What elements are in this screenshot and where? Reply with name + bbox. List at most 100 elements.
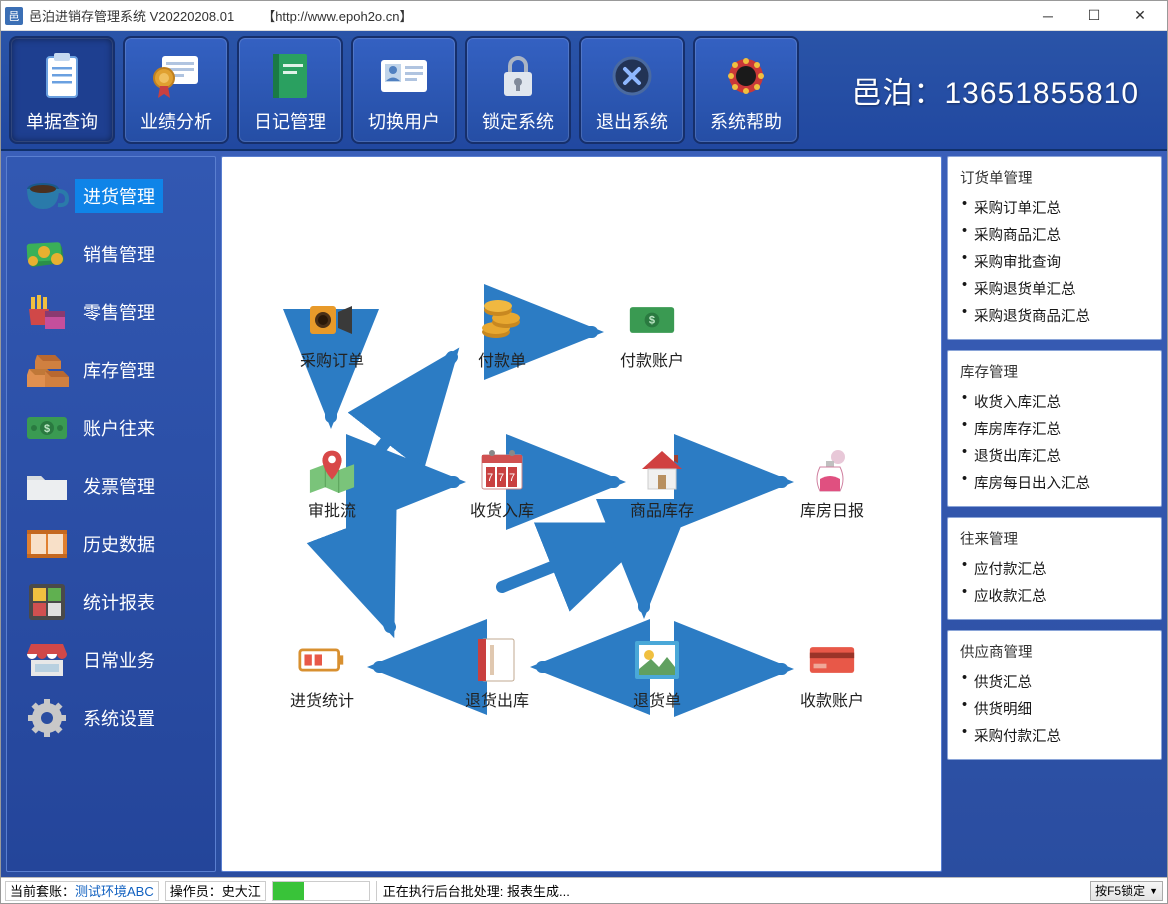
statusbar: 当前套账： 测试环境ABC 操作员： 史大江 正在执行后台批处理: 报表生成..… xyxy=(1,877,1167,903)
lock-icon xyxy=(498,44,538,108)
cup-icon xyxy=(23,176,71,216)
sidebar-label: 发票管理 xyxy=(75,469,163,503)
banknote-icon: $ xyxy=(628,297,676,343)
window-subtitle: 【http://www.epoh2o.cn】 xyxy=(262,6,412,25)
close-button[interactable]: ✕ xyxy=(1117,2,1163,30)
boxes-icon xyxy=(23,350,71,390)
sidebar-item-purchase[interactable]: 进货管理 xyxy=(7,167,215,225)
sidebar-item-report[interactable]: 统计报表 xyxy=(7,573,215,631)
sidebar-label: 进货管理 xyxy=(75,179,163,213)
toolbar-label: 退出系统 xyxy=(596,108,668,134)
panel-title: 往来管理 xyxy=(960,528,1149,549)
toolbar-switch-user[interactable]: 切换用户 xyxy=(351,36,457,144)
cash-icon xyxy=(23,234,71,274)
toolbar-diary[interactable]: 日记管理 xyxy=(237,36,343,144)
node-return-bill[interactable]: 退货单 xyxy=(597,637,717,711)
brand-phone: 邑泊：13651855810 xyxy=(807,68,1159,112)
sidebar-item-daily[interactable]: 日常业务 xyxy=(7,631,215,689)
toolbar-help[interactable]: 系统帮助 xyxy=(693,36,799,144)
link-item[interactable]: 供货汇总 xyxy=(956,668,1153,695)
link-item[interactable]: 采购商品汇总 xyxy=(956,221,1153,248)
panel-order-mgmt: 订货单管理 采购订单汇总 采购商品汇总 采购审批查询 采购退货单汇总 采购退货商… xyxy=(947,156,1162,340)
svg-text:7: 7 xyxy=(509,472,515,484)
film-icon xyxy=(23,524,71,564)
node-inv-stock[interactable]: 商品库存 xyxy=(602,447,722,521)
minimize-button[interactable]: ─ xyxy=(1025,2,1071,30)
link-item[interactable]: 采购审批查询 xyxy=(956,248,1153,275)
panel-inventory-mgmt: 库存管理 收货入库汇总 库房库存汇总 退货出库汇总 库房每日出入汇总 xyxy=(947,350,1162,507)
svg-text:7: 7 xyxy=(498,472,504,484)
house-icon xyxy=(638,447,686,493)
close-circle-icon xyxy=(610,44,654,108)
node-receive[interactable]: 777 收货入库 xyxy=(442,447,562,521)
link-item[interactable]: 供货明细 xyxy=(956,695,1153,722)
link-item[interactable]: 应付款汇总 xyxy=(956,555,1153,582)
clipboard-icon xyxy=(39,44,85,108)
link-item[interactable]: 采购退货单汇总 xyxy=(956,275,1153,302)
chip-icon xyxy=(724,44,768,108)
sidebar-item-sales[interactable]: 销售管理 xyxy=(7,225,215,283)
node-approve[interactable]: 审批流 xyxy=(272,447,392,521)
sidebar-item-account[interactable]: $ 账户往来 xyxy=(7,399,215,457)
link-item[interactable]: 采购退货商品汇总 xyxy=(956,302,1153,329)
workflow-canvas: 采购订单 付款单 $ 付款账户 审批流 777 收货入库 xyxy=(221,156,942,872)
svg-text:7: 7 xyxy=(487,472,493,484)
node-recv-account[interactable]: 收款账户 xyxy=(772,637,892,711)
panel-title: 库存管理 xyxy=(960,361,1149,382)
link-item[interactable]: 库房每日出入汇总 xyxy=(956,469,1153,496)
sidebar-label: 销售管理 xyxy=(75,237,163,271)
certificate-icon xyxy=(150,44,202,108)
link-item[interactable]: 库房库存汇总 xyxy=(956,415,1153,442)
picture-icon xyxy=(633,637,681,683)
lock-button[interactable]: 按F5锁定▼ xyxy=(1090,881,1163,901)
sidebar: 进货管理 销售管理 零售管理 库存管理 $ 账户往来 发票管理 xyxy=(6,156,216,872)
book-icon xyxy=(269,44,311,108)
link-item[interactable]: 采购订单汇总 xyxy=(956,194,1153,221)
calendar-icon: 777 xyxy=(478,447,526,493)
sidebar-label: 历史数据 xyxy=(75,527,163,561)
maximize-button[interactable]: ☐ xyxy=(1071,2,1117,30)
right-panel-column: 订货单管理 采购订单汇总 采购商品汇总 采购审批查询 采购退货单汇总 采购退货商… xyxy=(947,156,1162,872)
sidebar-item-inventory[interactable]: 库存管理 xyxy=(7,341,215,399)
sidebar-item-invoice[interactable]: 发票管理 xyxy=(7,457,215,515)
link-item[interactable]: 收货入库汇总 xyxy=(956,388,1153,415)
status-operator: 操作员： 史大江 xyxy=(165,881,266,901)
node-pay-bill[interactable]: 付款单 xyxy=(442,297,562,371)
sidebar-label: 库存管理 xyxy=(75,353,163,387)
map-pin-icon xyxy=(308,447,356,493)
perfume-icon xyxy=(808,447,856,493)
toolbar-label: 日记管理 xyxy=(254,108,326,134)
sidebar-item-retail[interactable]: 零售管理 xyxy=(7,283,215,341)
fries-cake-icon xyxy=(23,292,71,332)
sidebar-item-settings[interactable]: 系统设置 xyxy=(7,689,215,747)
link-item[interactable]: 应收款汇总 xyxy=(956,582,1153,609)
toolbar-exit-system[interactable]: 退出系统 xyxy=(579,36,685,144)
node-stats[interactable]: 进货统计 xyxy=(262,637,382,711)
status-progress xyxy=(272,881,370,901)
node-pay-account[interactable]: $ 付款账户 xyxy=(592,297,712,371)
sidebar-label: 账户往来 xyxy=(75,411,163,445)
toolbar-perf-analysis[interactable]: 业绩分析 xyxy=(123,36,229,144)
sidebar-label: 统计报表 xyxy=(75,585,163,619)
link-item[interactable]: 采购付款汇总 xyxy=(956,722,1153,749)
calculator-icon xyxy=(23,582,71,622)
chevron-down-icon: ▼ xyxy=(1149,886,1158,896)
toolbar-lock-system[interactable]: 锁定系统 xyxy=(465,36,571,144)
toolbar-query-doc[interactable]: 单据查询 xyxy=(9,36,115,144)
toolbar-label: 切换用户 xyxy=(368,108,440,134)
link-item[interactable]: 退货出库汇总 xyxy=(956,442,1153,469)
id-card-icon xyxy=(379,44,429,108)
battery-icon xyxy=(298,637,346,683)
node-purchase-order[interactable]: 采购订单 xyxy=(272,297,392,371)
panel-title: 供应商管理 xyxy=(960,641,1149,662)
app-icon: 邑 xyxy=(5,7,23,25)
sidebar-item-history[interactable]: 历史数据 xyxy=(7,515,215,573)
panel-supplier-mgmt: 供应商管理 供货汇总 供货明细 采购付款汇总 xyxy=(947,630,1162,760)
svg-text:$: $ xyxy=(44,423,50,435)
node-wh-daily[interactable]: 库房日报 xyxy=(772,447,892,521)
coins-icon xyxy=(478,297,526,343)
notebook-icon xyxy=(473,637,521,683)
titlebar: 邑 邑泊进销存管理系统 V20220208.01 【http://www.epo… xyxy=(1,1,1167,31)
gear-icon xyxy=(23,698,71,738)
node-return-out[interactable]: 退货出库 xyxy=(437,637,557,711)
